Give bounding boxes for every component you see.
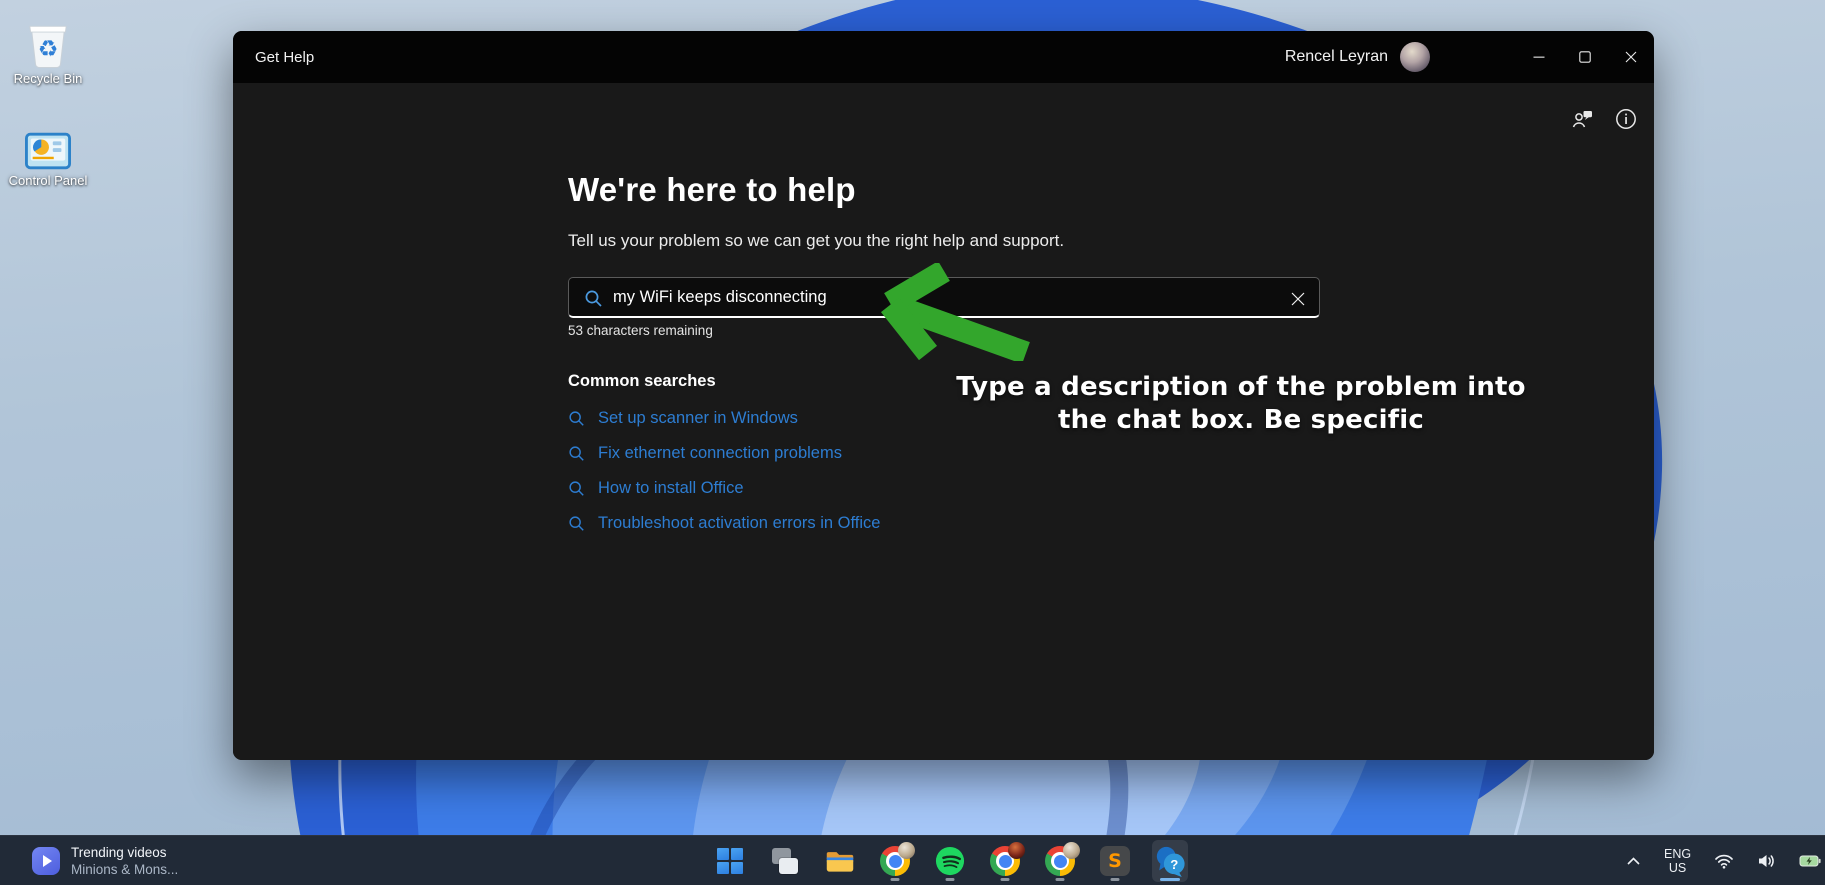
chrome-icon [880, 842, 915, 876]
common-search-label: How to install Office [598, 479, 744, 497]
volume-icon [1759, 855, 1774, 867]
get-help-icon: ? [1156, 846, 1185, 877]
widget-subtitle: Minions & Mons... [71, 862, 179, 877]
desktop-icon-label: Control Panel [8, 173, 88, 188]
page-title: We're here to help [568, 171, 856, 208]
language-code: ENG [1664, 847, 1692, 861]
tray-overflow-button[interactable] [1622, 852, 1645, 870]
common-search-link-activation-errors[interactable]: Troubleshoot activation errors in Office [568, 506, 880, 541]
battery-icon [1799, 855, 1821, 867]
search-icon [585, 290, 602, 307]
desktop-icon-recycle-bin[interactable]: ♻ Recycle Bin [2, 22, 94, 86]
info-button[interactable] [1610, 103, 1642, 135]
page-subtitle: Tell us your problem so we can get you t… [568, 231, 1065, 250]
taskbar-sublime-text[interactable]: S [1097, 840, 1133, 882]
desktop-icon-label: Recycle Bin [13, 71, 83, 86]
tray-chevron-icon [1627, 857, 1640, 865]
recycle-bin-icon: ♻ [29, 25, 67, 68]
clear-search-button[interactable] [1284, 285, 1311, 312]
spotify-icon [935, 846, 965, 876]
desktop: ♻ Recycle Bin Control Panel Get Help Ren… [0, 0, 1825, 885]
profile-badge [1008, 842, 1025, 859]
maximize-button[interactable] [1562, 31, 1608, 83]
wifi-icon [1715, 854, 1733, 869]
common-search-link-ethernet[interactable]: Fix ethernet connection problems [568, 436, 880, 471]
account-name[interactable]: Rencel Leyran [1285, 48, 1388, 66]
common-search-label: Fix ethernet connection problems [598, 444, 842, 462]
running-indicator [1000, 878, 1010, 881]
widgets-button[interactable]: Trending videos Minions & Mons... [22, 841, 188, 881]
feedback-icon [1572, 111, 1592, 128]
get-help-window: Get Help Rencel Leyran We're here to hel… [233, 31, 1654, 760]
desktop-icon-control-panel[interactable]: Control Panel [2, 132, 94, 188]
svg-text:♻: ♻ [38, 36, 59, 62]
task-view-icon [772, 848, 798, 874]
running-indicator [890, 878, 900, 881]
close-icon [1625, 51, 1637, 63]
file-explorer-icon [826, 852, 854, 872]
minimize-icon [1533, 56, 1545, 58]
taskbar-task-view-button[interactable] [767, 840, 803, 882]
widgets-play-icon [32, 847, 60, 875]
common-search-label: Set up scanner in Windows [598, 409, 798, 427]
profile-badge [898, 842, 915, 859]
close-button[interactable] [1608, 31, 1654, 83]
annotation-arrow-icon [880, 263, 1030, 361]
common-searches-heading: Common searches [568, 372, 716, 390]
taskbar-spotify[interactable] [932, 840, 968, 882]
get-help-content: We're here to help Tell us your problem … [233, 83, 1654, 760]
search-icon [569, 446, 584, 461]
widget-title: Trending videos [71, 845, 167, 860]
search-icon [569, 481, 584, 496]
active-indicator [1160, 878, 1180, 881]
search-icon [569, 411, 584, 426]
running-indicator [945, 878, 955, 881]
taskbar: Trending videos Minions & Mons... S ? EN… [0, 835, 1825, 885]
running-indicator [1110, 878, 1120, 881]
taskbar-get-help[interactable]: ? [1152, 840, 1188, 882]
minimize-button[interactable] [1516, 31, 1562, 83]
battery-button[interactable] [1795, 850, 1825, 872]
taskbar-start-button[interactable] [712, 840, 748, 882]
window-title: Get Help [255, 48, 315, 66]
taskbar-chrome-profile-3[interactable] [1042, 840, 1080, 882]
control-panel-icon [25, 132, 71, 170]
language-switcher[interactable]: ENG US [1660, 843, 1695, 879]
taskbar-chrome-profile-1[interactable] [877, 840, 915, 882]
chrome-icon [1045, 842, 1080, 876]
network-button[interactable] [1710, 849, 1738, 873]
system-tray: ENG US [1622, 836, 1825, 885]
common-searches: Common searches Set up scanner in Window… [568, 372, 880, 541]
sublime-icon: S [1100, 846, 1130, 876]
maximize-icon [1579, 51, 1591, 63]
start-icon [717, 848, 743, 874]
common-search-label: Troubleshoot activation errors in Office [598, 514, 881, 532]
taskbar-app-icons: S ? [712, 840, 1188, 882]
annotation-text: Type a description of the problem into t… [956, 372, 1526, 435]
titlebar: Get Help Rencel Leyran [233, 31, 1654, 83]
info-icon [1616, 109, 1636, 129]
chrome-icon [990, 842, 1025, 876]
volume-button[interactable] [1753, 849, 1780, 873]
search-icon [569, 516, 584, 531]
taskbar-file-explorer[interactable] [822, 840, 858, 882]
taskbar-chrome-profile-2[interactable] [987, 840, 1025, 882]
running-indicator [1055, 878, 1065, 881]
avatar[interactable] [1400, 42, 1430, 72]
svg-text:?: ? [1170, 857, 1178, 872]
common-search-link-install-office[interactable]: How to install Office [568, 471, 880, 506]
clear-icon [1291, 292, 1304, 305]
profile-badge [1063, 842, 1080, 859]
common-search-link-scanner[interactable]: Set up scanner in Windows [568, 401, 880, 436]
feedback-button[interactable] [1566, 103, 1598, 135]
characters-remaining: 53 characters remaining [568, 323, 713, 338]
region-code: US [1668, 861, 1687, 875]
